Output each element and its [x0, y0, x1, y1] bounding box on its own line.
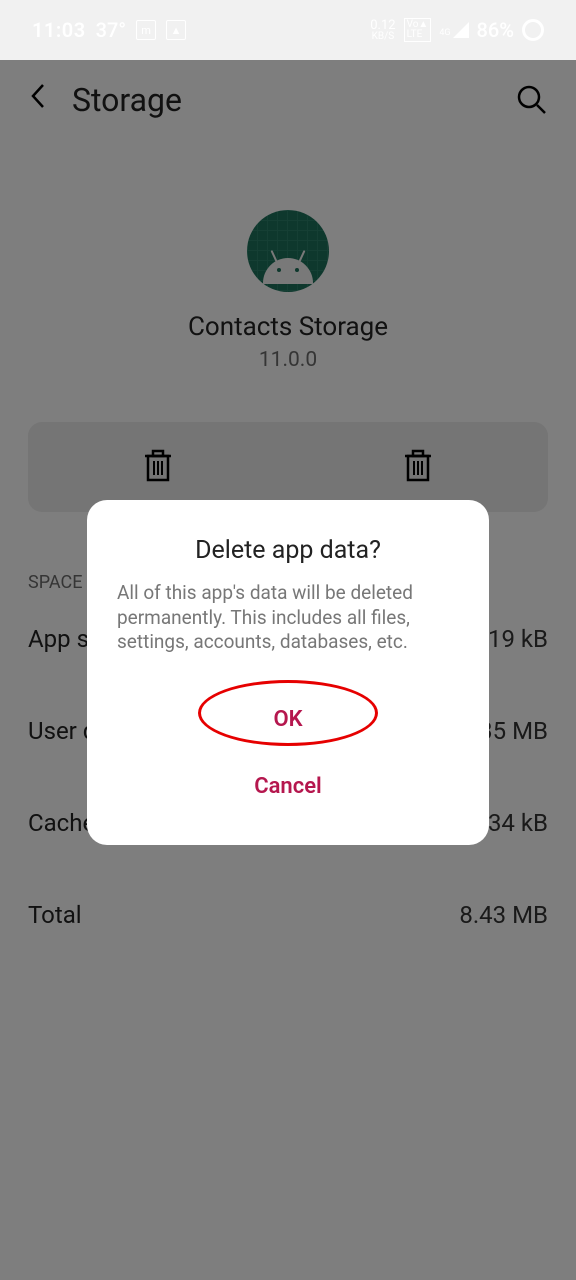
delete-data-dialog: Delete app data? All of this app's data …	[87, 500, 489, 845]
status-bar: 11:03 37° m ▲ 0.12 KB/S Vo▲LTE 4G 86%	[0, 0, 576, 60]
dialog-title: Delete app data?	[117, 536, 459, 565]
volte-indicator: Vo▲LTE	[404, 18, 432, 42]
gallery-notification-icon: ▲	[166, 20, 186, 40]
cancel-button[interactable]: Cancel	[117, 758, 459, 815]
signal-4g-icon: 4G	[439, 22, 468, 38]
app-notification-icon: m	[136, 20, 156, 40]
ok-button[interactable]: OK	[117, 691, 459, 748]
battery-ring-icon	[522, 19, 544, 41]
dialog-body: All of this app's data will be deleted p…	[117, 581, 459, 655]
network-speed-indicator: 0.12 KB/S	[370, 19, 395, 42]
status-temperature: 37°	[96, 18, 126, 42]
status-time: 11:03	[32, 18, 86, 42]
battery-level: 86%	[477, 18, 514, 42]
